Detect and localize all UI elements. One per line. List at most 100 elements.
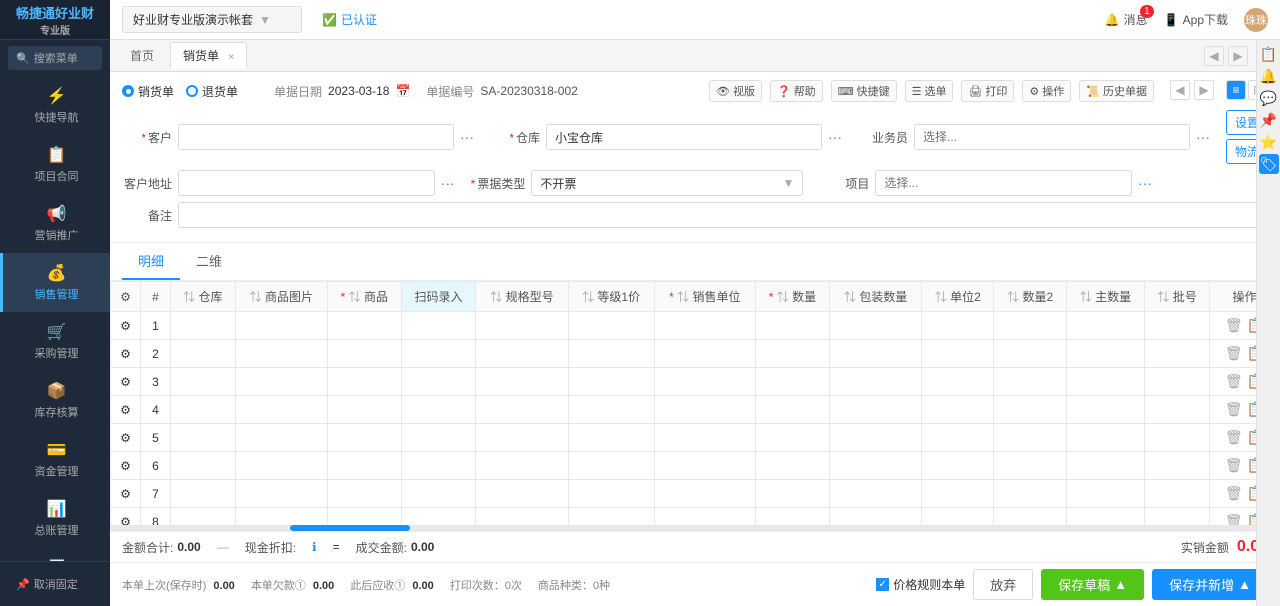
row-grade-4[interactable] — [568, 396, 654, 424]
right-btn-2[interactable]: 🔔 — [1259, 66, 1279, 86]
row-pkg-6[interactable] — [829, 452, 921, 480]
row-img-3[interactable] — [235, 368, 327, 396]
row-qty-5[interactable] — [756, 424, 830, 452]
row-main-qty-4[interactable] — [1066, 396, 1144, 424]
radio-sales-order[interactable]: 销货单 — [122, 83, 174, 100]
row-unit2-6[interactable] — [922, 452, 994, 480]
next-record-button[interactable]: ▶ — [1194, 80, 1214, 100]
tab-close-icon[interactable]: × — [228, 52, 234, 63]
row-gear-3[interactable]: ⚙ — [111, 368, 141, 396]
row-warehouse-5[interactable] — [171, 424, 236, 452]
sidebar-item-sales[interactable]: 💰 销售管理 — [0, 253, 110, 312]
right-btn-3[interactable]: 💬 — [1259, 88, 1279, 108]
row-scan-4[interactable] — [401, 396, 476, 424]
row-gear-5[interactable]: ⚙ — [111, 424, 141, 452]
row-unit-7[interactable] — [654, 480, 755, 508]
invoice-select[interactable]: 不开票 ▼ — [531, 170, 803, 196]
row-main-qty-5[interactable] — [1066, 424, 1144, 452]
row-qty2-5[interactable] — [994, 424, 1066, 452]
row-qty-8[interactable] — [756, 508, 830, 526]
row-gear-8[interactable]: ⚙ — [111, 508, 141, 526]
row-unit-2[interactable] — [654, 340, 755, 368]
row-qty2-6[interactable] — [994, 452, 1066, 480]
sidebar-item-funds[interactable]: 💳 资金管理 — [0, 430, 110, 489]
warehouse-picker-icon[interactable]: ··· — [828, 129, 842, 145]
row-qty-4[interactable] — [756, 396, 830, 424]
row-qty2-8[interactable] — [994, 508, 1066, 526]
row-product-1[interactable] — [327, 312, 401, 340]
row-unit-5[interactable] — [654, 424, 755, 452]
row-warehouse-1[interactable] — [171, 312, 236, 340]
right-btn-1[interactable]: 📋 — [1259, 44, 1279, 64]
row-qty2-4[interactable] — [994, 396, 1066, 424]
print-button[interactable]: 🖨 打印 — [961, 80, 1014, 102]
row-qty-1[interactable] — [756, 312, 830, 340]
sidebar-item-quick-nav[interactable]: ⚡ 快捷导航 — [0, 76, 110, 135]
row-main-qty-6[interactable] — [1066, 452, 1144, 480]
row-qty-3[interactable] — [756, 368, 830, 396]
prev-record-button[interactable]: ◀ — [1170, 80, 1190, 100]
sidebar-item-marketing[interactable]: 📢 营销推广 — [0, 194, 110, 253]
row-img-6[interactable] — [235, 452, 327, 480]
col-settings[interactable]: ⚙ — [111, 282, 141, 312]
row-img-1[interactable] — [235, 312, 327, 340]
tab-detail[interactable]: 明细 — [122, 243, 180, 280]
table-view-button[interactable]: ≡ — [1226, 80, 1246, 100]
calendar-icon[interactable]: 📅 — [395, 84, 410, 98]
sidebar-item-inventory[interactable]: 📦 库存核算 — [0, 371, 110, 430]
row-delete-5[interactable]: 🗑 — [1225, 429, 1243, 446]
row-delete-1[interactable]: 🗑 — [1225, 317, 1243, 334]
row-main-qty-3[interactable] — [1066, 368, 1144, 396]
row-spec-3[interactable] — [476, 368, 568, 396]
row-gear-2[interactable]: ⚙ — [111, 340, 141, 368]
row-unit2-4[interactable] — [922, 396, 994, 424]
row-product-4[interactable] — [327, 396, 401, 424]
row-qty2-3[interactable] — [994, 368, 1066, 396]
row-delete-4[interactable]: 🗑 — [1225, 401, 1243, 418]
row-grade-1[interactable] — [568, 312, 654, 340]
row-pkg-5[interactable] — [829, 424, 921, 452]
row-main-qty-1[interactable] — [1066, 312, 1144, 340]
row-unit-3[interactable] — [654, 368, 755, 396]
history-button[interactable]: 📜 历史单据 — [1079, 80, 1154, 102]
row-unit2-8[interactable] — [922, 508, 994, 526]
row-spec-5[interactable] — [476, 424, 568, 452]
next-tab-button[interactable]: ▶ — [1228, 46, 1248, 66]
row-pkg-7[interactable] — [829, 480, 921, 508]
user-profile[interactable]: 珠珠 — [1244, 8, 1268, 32]
row-gear-4[interactable]: ⚙ — [111, 396, 141, 424]
row-scan-5[interactable] — [401, 424, 476, 452]
row-warehouse-3[interactable] — [171, 368, 236, 396]
row-unit2-3[interactable] — [922, 368, 994, 396]
row-spec-8[interactable] — [476, 508, 568, 526]
row-scan-6[interactable] — [401, 452, 476, 480]
row-main-qty-8[interactable] — [1066, 508, 1144, 526]
row-delete-2[interactable]: 🗑 — [1225, 345, 1243, 362]
row-gear-7[interactable]: ⚙ — [111, 480, 141, 508]
row-pkg-2[interactable] — [829, 340, 921, 368]
save-new-dropdown-icon[interactable]: ▲ — [1238, 577, 1251, 592]
row-batch-8[interactable] — [1145, 508, 1210, 526]
help-button[interactable]: ❓ 帮助 — [770, 80, 823, 102]
row-grade-3[interactable] — [568, 368, 654, 396]
row-batch-4[interactable] — [1145, 396, 1210, 424]
row-qty2-7[interactable] — [994, 480, 1066, 508]
row-pkg-8[interactable] — [829, 508, 921, 526]
row-grade-7[interactable] — [568, 480, 654, 508]
sidebar-item-invoicing[interactable]: 🧾 发票管理 — [0, 548, 110, 561]
row-spec-7[interactable] — [476, 480, 568, 508]
row-batch-3[interactable] — [1145, 368, 1210, 396]
row-warehouse-7[interactable] — [171, 480, 236, 508]
row-warehouse-4[interactable] — [171, 396, 236, 424]
right-btn-5[interactable]: ⭐ — [1259, 132, 1279, 152]
row-product-6[interactable] — [327, 452, 401, 480]
search-menu-button[interactable]: 🔍 搜索菜单 — [8, 46, 102, 70]
row-spec-2[interactable] — [476, 340, 568, 368]
row-spec-6[interactable] — [476, 452, 568, 480]
row-main-qty-7[interactable] — [1066, 480, 1144, 508]
row-batch-6[interactable] — [1145, 452, 1210, 480]
cancel-pin-button[interactable]: 📌 取消固定 — [8, 570, 102, 598]
address-input[interactable] — [178, 170, 435, 196]
address-picker-icon[interactable]: ··· — [441, 175, 455, 191]
row-unit2-2[interactable] — [922, 340, 994, 368]
